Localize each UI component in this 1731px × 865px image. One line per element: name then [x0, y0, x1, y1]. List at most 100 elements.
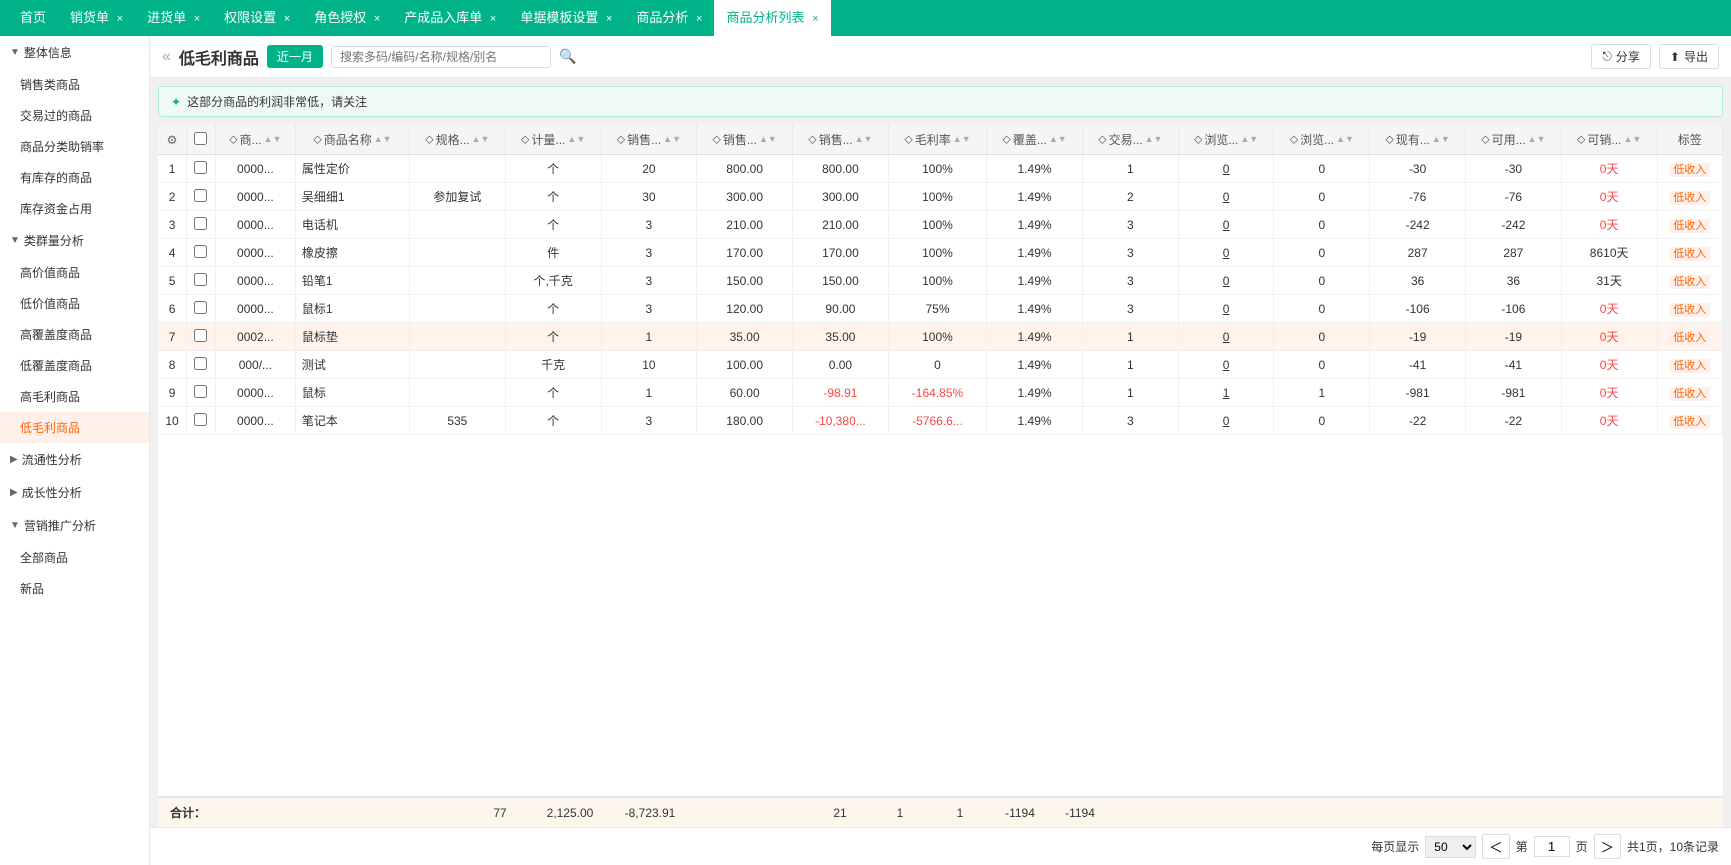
row-select-checkbox[interactable]	[194, 329, 207, 342]
sidebar-item-high-value[interactable]: 高价值商品	[0, 257, 149, 288]
row-browse1[interactable]: 0	[1178, 155, 1274, 183]
row-browse1[interactable]: 0	[1178, 323, 1274, 351]
col-available-arrows[interactable]: ▲▼	[1528, 135, 1546, 144]
export-btn[interactable]: ⬆ 导出	[1659, 44, 1719, 69]
table-wrapper[interactable]: ⚙ ⬦商...▲▼ ⬦商品名称▲▼ ⬦规格...▲▼ ⬦计量...▲▼ ⬦销售.…	[158, 125, 1723, 796]
row-checkbox[interactable]	[187, 379, 216, 407]
row-browse1[interactable]: 0	[1178, 407, 1274, 435]
row-browse1[interactable]: 0	[1178, 267, 1274, 295]
col-browse1-arrows[interactable]: ▲▼	[1240, 135, 1258, 144]
sidebar-item-stock-capital[interactable]: 库存资金占用	[0, 193, 149, 224]
nav-products-close[interactable]: ×	[490, 13, 496, 25]
sidebar-collapse-btn[interactable]: «	[162, 48, 171, 66]
nav-permissions-close[interactable]: ×	[284, 13, 290, 25]
sidebar-item-new-goods[interactable]: 新品	[0, 573, 149, 604]
filter-recent-month-btn[interactable]: 近一月	[267, 45, 323, 68]
col-spec[interactable]: ⬦规格...▲▼	[409, 125, 505, 155]
col-unit[interactable]: ⬦计量...▲▼	[505, 125, 601, 155]
col-saleable-arrows[interactable]: ▲▼	[1623, 135, 1641, 144]
row-browse1[interactable]: 0	[1178, 211, 1274, 239]
nav-home[interactable]: 首页	[8, 0, 58, 36]
row-select-checkbox[interactable]	[194, 385, 207, 398]
nav-roles[interactable]: 角色授权 ×	[302, 0, 392, 36]
sidebar-item-category-assist[interactable]: 商品分类助销率	[0, 131, 149, 162]
col-checkbox-all[interactable]	[187, 125, 216, 155]
share-btn[interactable]: ⎋ 分享	[1591, 44, 1651, 69]
sidebar-group-cluster[interactable]: ▼ 类群量分析	[0, 224, 149, 257]
col-gross-rate-arrows[interactable]: ▲▼	[953, 135, 971, 144]
row-checkbox[interactable]	[187, 407, 216, 435]
row-select-checkbox[interactable]	[194, 413, 207, 426]
col-name[interactable]: ⬦商品名称▲▼	[295, 125, 409, 155]
col-settings[interactable]: ⚙	[158, 125, 187, 155]
row-checkbox[interactable]	[187, 323, 216, 351]
sidebar-group-growth[interactable]: ▶ 成长性分析	[0, 476, 149, 509]
sidebar-item-low-margin[interactable]: 低毛利商品	[0, 412, 149, 443]
col-sale-count[interactable]: ⬦销售...▲▼	[601, 125, 697, 155]
nav-templates-close[interactable]: ×	[606, 13, 612, 25]
sidebar-group-circulation[interactable]: ▶ 流通性分析	[0, 443, 149, 476]
next-page-btn[interactable]: ＞	[1594, 834, 1621, 859]
nav-analysis-list[interactable]: 商品分析列表 ×	[714, 0, 830, 36]
nav-products[interactable]: 产成品入库单 ×	[392, 0, 508, 36]
col-current-arrows[interactable]: ▲▼	[1432, 135, 1450, 144]
col-tag[interactable]: 标签	[1657, 125, 1722, 155]
row-browse1[interactable]: 1	[1178, 379, 1274, 407]
nav-analysis-list-close[interactable]: ×	[812, 13, 818, 25]
row-browse1[interactable]: 0	[1178, 239, 1274, 267]
col-trade[interactable]: ⬦交易...▲▼	[1082, 125, 1178, 155]
nav-roles-close[interactable]: ×	[374, 13, 380, 25]
prev-page-btn[interactable]: ＜	[1482, 834, 1509, 859]
col-spec-arrows[interactable]: ▲▼	[472, 135, 490, 144]
sidebar-group-marketing[interactable]: ▼ 营销推广分析	[0, 509, 149, 542]
sidebar-group-overall[interactable]: ▼ 整体信息	[0, 36, 149, 69]
nav-sales[interactable]: 销货单 ×	[58, 0, 135, 36]
col-available[interactable]: ⬦可用...▲▼	[1466, 125, 1562, 155]
row-checkbox[interactable]	[187, 211, 216, 239]
col-sale-amount-arrows[interactable]: ▲▼	[855, 135, 873, 144]
nav-purchase-close[interactable]: ×	[194, 13, 200, 25]
nav-templates[interactable]: 单据模板设置 ×	[508, 0, 624, 36]
search-icon-btn[interactable]: 🔍	[559, 48, 576, 65]
row-select-checkbox[interactable]	[194, 301, 207, 314]
sidebar-item-sales-goods[interactable]: 销售类商品	[0, 69, 149, 100]
row-checkbox[interactable]	[187, 183, 216, 211]
col-unit-arrows[interactable]: ▲▼	[567, 135, 585, 144]
col-name-arrows[interactable]: ▲▼	[374, 135, 392, 144]
nav-sales-close[interactable]: ×	[117, 13, 123, 25]
row-checkbox[interactable]	[187, 351, 216, 379]
row-browse1[interactable]: 0	[1178, 295, 1274, 323]
select-all-checkbox[interactable]	[194, 132, 207, 145]
col-sale-price-arrows[interactable]: ▲▼	[759, 135, 777, 144]
row-select-checkbox[interactable]	[194, 161, 207, 174]
col-browse2[interactable]: ⬦浏览...▲▼	[1274, 125, 1370, 155]
page-number-input[interactable]	[1534, 836, 1570, 857]
sidebar-item-all-goods[interactable]: 全部商品	[0, 542, 149, 573]
col-current[interactable]: ⬦现有...▲▼	[1370, 125, 1466, 155]
row-checkbox[interactable]	[187, 239, 216, 267]
nav-analysis-close[interactable]: ×	[696, 13, 702, 25]
row-checkbox[interactable]	[187, 295, 216, 323]
nav-analysis[interactable]: 商品分析 ×	[624, 0, 714, 36]
col-gross-rate[interactable]: ⬦毛利率▲▼	[888, 125, 986, 155]
row-select-checkbox[interactable]	[194, 273, 207, 286]
col-code[interactable]: ⬦商...▲▼	[215, 125, 295, 155]
col-saleable[interactable]: ⬦可销...▲▼	[1561, 125, 1657, 155]
sidebar-item-stock-goods[interactable]: 有库存的商品	[0, 162, 149, 193]
sidebar-item-low-coverage[interactable]: 低覆盖度商品	[0, 350, 149, 381]
nav-permissions[interactable]: 权限设置 ×	[212, 0, 302, 36]
row-checkbox[interactable]	[187, 155, 216, 183]
row-checkbox[interactable]	[187, 267, 216, 295]
row-select-checkbox[interactable]	[194, 245, 207, 258]
settings-col-icon[interactable]: ⚙	[167, 133, 178, 147]
col-code-arrows[interactable]: ▲▼	[264, 135, 282, 144]
col-browse2-arrows[interactable]: ▲▼	[1336, 135, 1354, 144]
col-sale-price[interactable]: ⬦销售...▲▼	[697, 125, 793, 155]
sidebar-item-traded-goods[interactable]: 交易过的商品	[0, 100, 149, 131]
sidebar-item-low-value[interactable]: 低价值商品	[0, 288, 149, 319]
row-select-checkbox[interactable]	[194, 217, 207, 230]
col-cover-rate-arrows[interactable]: ▲▼	[1049, 135, 1067, 144]
col-browse1[interactable]: ⬦浏览...▲▼	[1178, 125, 1274, 155]
col-trade-arrows[interactable]: ▲▼	[1145, 135, 1163, 144]
row-select-checkbox[interactable]	[194, 357, 207, 370]
